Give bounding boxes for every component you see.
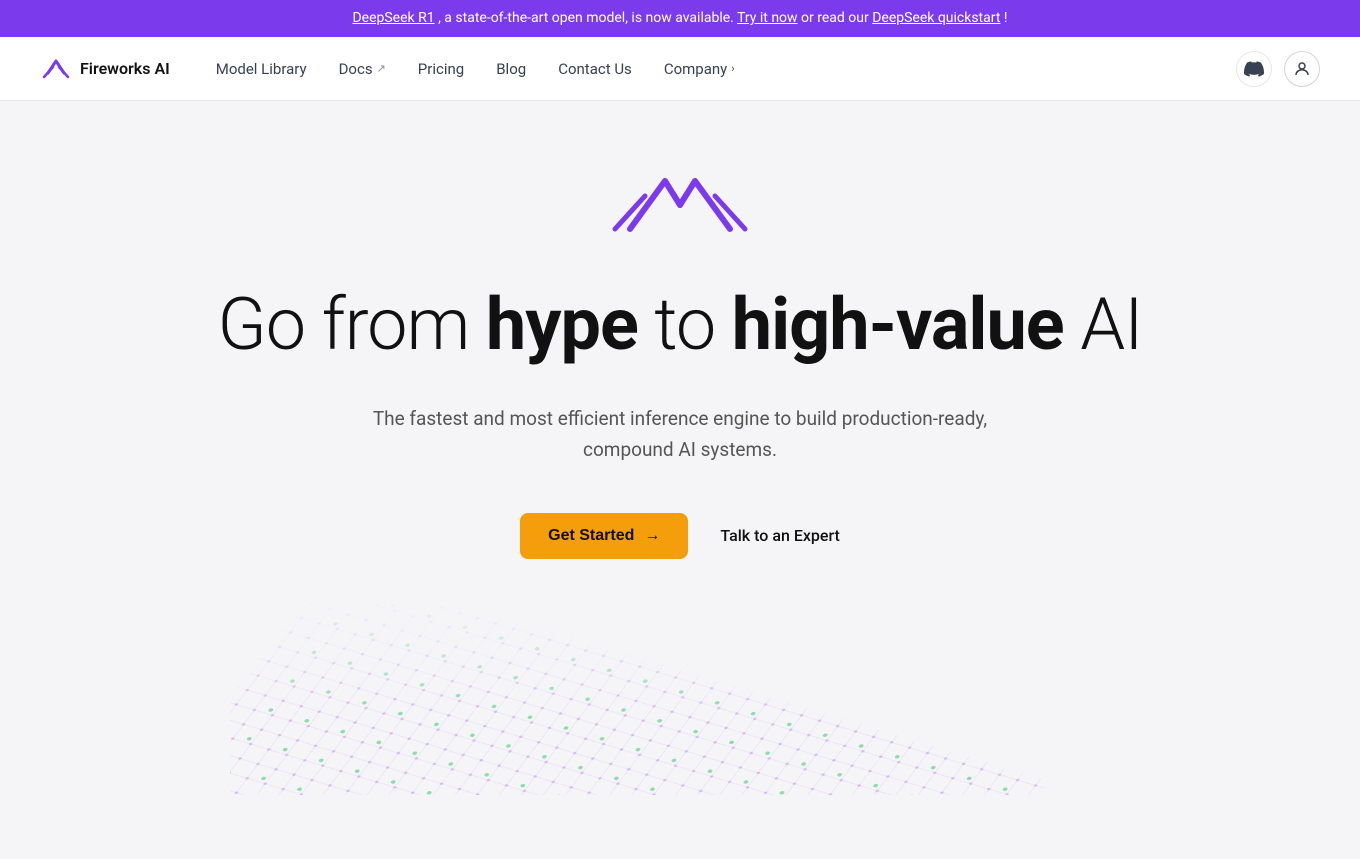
- announcement-banner: DeepSeek R1 , a state-of-the-art open mo…: [0, 0, 1360, 37]
- chevron-down-icon: ›: [731, 62, 734, 75]
- nav-docs[interactable]: Docs ↗: [325, 52, 400, 86]
- grid-visualization: [230, 595, 1130, 795]
- user-icon: [1293, 60, 1311, 78]
- navbar-actions: [1236, 51, 1320, 87]
- banner-text-middle: , a state-of-the-art open model, is now …: [438, 10, 734, 26]
- grid-svg: [230, 595, 1130, 795]
- navbar: Fireworks AI Model Library Docs ↗ Pricin…: [0, 37, 1360, 101]
- talk-to-expert-label: Talk to an Expert: [720, 526, 839, 545]
- hero-logo: [610, 161, 750, 245]
- hero-title-bold2: high-value: [732, 282, 1064, 367]
- hero-cta-group: Get Started → Talk to an Expert: [520, 513, 840, 559]
- user-account-button[interactable]: [1284, 51, 1320, 87]
- quickstart-link[interactable]: DeepSeek quickstart: [872, 10, 1000, 26]
- hero-subtitle: The fastest and most efficient inference…: [340, 404, 1020, 465]
- fireworks-logo-icon: [40, 53, 72, 85]
- try-it-now-link[interactable]: Try it now: [737, 10, 798, 26]
- arrow-right-icon: →: [644, 527, 660, 545]
- hero-title-part1: Go from: [218, 282, 486, 367]
- discord-icon: [1244, 59, 1264, 79]
- nav-pricing[interactable]: Pricing: [404, 52, 478, 86]
- hero-title-part3: AI: [1064, 282, 1143, 367]
- hero-title: Go from hype to high-value AI: [218, 285, 1143, 364]
- banner-text-suffix: or read our: [801, 10, 872, 26]
- nav-model-library[interactable]: Model Library: [202, 52, 321, 86]
- nav-blog[interactable]: Blog: [482, 52, 540, 86]
- banner-text-end: !: [1004, 10, 1008, 26]
- discord-button[interactable]: [1236, 51, 1272, 87]
- brand-logo[interactable]: Fireworks AI: [40, 53, 170, 85]
- hero-logo-icon: [610, 161, 750, 241]
- hero-title-bold1: hype: [486, 282, 638, 367]
- external-link-icon: ↗: [377, 62, 386, 75]
- get-started-button[interactable]: Get Started →: [520, 513, 688, 559]
- nav-company[interactable]: Company ›: [650, 52, 749, 86]
- nav-contact-us[interactable]: Contact Us: [544, 52, 646, 86]
- deepseek-r1-link[interactable]: DeepSeek R1: [352, 10, 434, 26]
- hero-section: Go from hype to high-value AI The fastes…: [0, 101, 1360, 795]
- hero-title-part2: to: [638, 282, 732, 367]
- navbar-links: Model Library Docs ↗ Pricing Blog Contac…: [202, 52, 1236, 86]
- get-started-label: Get Started: [548, 527, 634, 545]
- brand-name: Fireworks AI: [80, 59, 170, 78]
- talk-to-expert-button[interactable]: Talk to an Expert: [720, 526, 839, 545]
